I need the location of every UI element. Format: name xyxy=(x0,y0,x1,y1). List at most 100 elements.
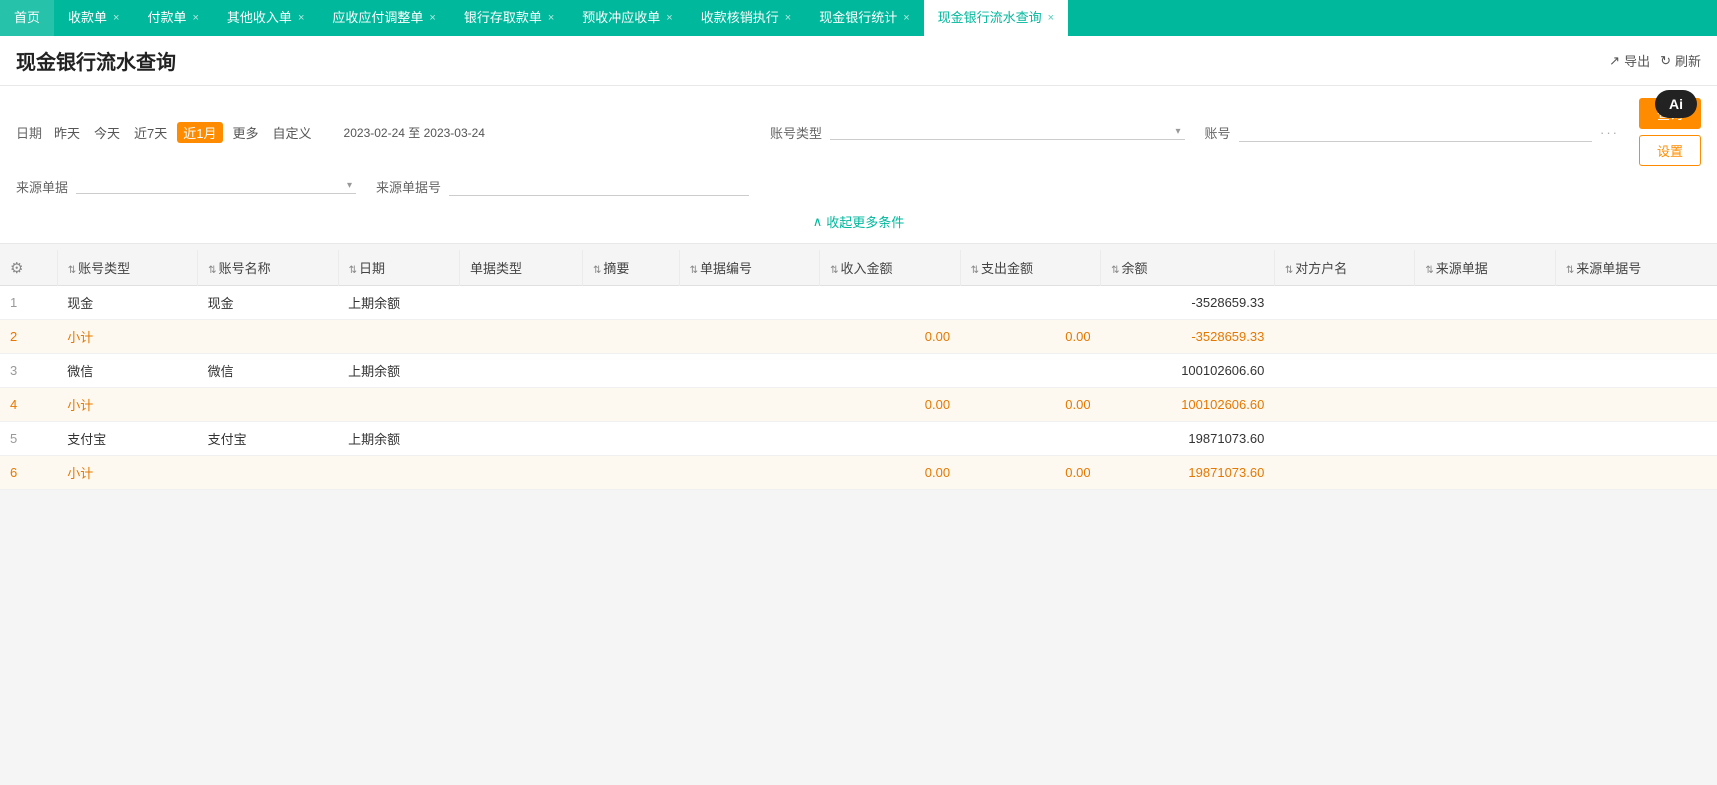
date-option-today[interactable]: 今天 xyxy=(90,122,124,143)
close-icon[interactable]: × xyxy=(1048,0,1054,36)
col-account-type[interactable]: ⇅账号类型 xyxy=(57,250,197,286)
cell-bill_type xyxy=(459,422,582,456)
col-summary[interactable]: ⇅摘要 xyxy=(582,250,679,286)
nav-receipts[interactable]: 收款单 × xyxy=(54,0,133,36)
collapse-icon: ∧ xyxy=(813,214,823,230)
date-option-yesterday[interactable]: 昨天 xyxy=(50,122,84,143)
settings-icon[interactable]: ⚙ xyxy=(10,260,23,277)
cell-source_bill_no xyxy=(1555,320,1717,354)
cell-source_bill_no xyxy=(1555,354,1717,388)
source-bill-no-filter: 来源单据号 xyxy=(376,176,1701,196)
cell-bill_type xyxy=(459,286,582,320)
cell-account_type: 小计 xyxy=(57,456,197,490)
nav-payments[interactable]: 付款单 × xyxy=(133,0,212,36)
col-counterpart[interactable]: ⇅对方户名 xyxy=(1274,250,1414,286)
date-option-more[interactable]: 更多 xyxy=(229,122,263,143)
cell-counterpart xyxy=(1274,320,1414,354)
cell-bill_type xyxy=(459,456,582,490)
date-option-custom[interactable]: 自定义 xyxy=(269,122,316,143)
cell-source_bill_no xyxy=(1555,456,1717,490)
cell-expense xyxy=(960,354,1100,388)
source-bill-no-input-wrap xyxy=(449,176,749,196)
nav-collection-exec[interactable]: 收款核销执行 × xyxy=(687,0,805,36)
cell-date xyxy=(338,388,459,422)
cell-counterpart xyxy=(1274,456,1414,490)
cell-date: 上期余额 xyxy=(338,354,459,388)
cell-balance: 19871073.60 xyxy=(1101,422,1275,456)
col-income[interactable]: ⇅收入金额 xyxy=(820,250,960,286)
cell-source_bill xyxy=(1415,286,1555,320)
account-type-select[interactable]: ▾ xyxy=(830,124,1184,140)
col-source-bill-no[interactable]: ⇅来源单据号 xyxy=(1555,250,1717,286)
nav-cash-bank-flow[interactable]: 现金银行流水查询 × xyxy=(924,0,1068,36)
close-icon[interactable]: × xyxy=(903,0,909,36)
col-date[interactable]: ⇅日期 xyxy=(338,250,459,286)
cell-num: 2 xyxy=(0,320,57,354)
cell-source_bill_no xyxy=(1555,422,1717,456)
nav-advance-offset[interactable]: 预收冲应收单 × xyxy=(568,0,686,36)
chevron-down-icon: ▾ xyxy=(1175,126,1180,137)
cell-balance: 100102606.60 xyxy=(1101,354,1275,388)
refresh-button[interactable]: ↻ 刷新 xyxy=(1660,51,1701,70)
cell-account_name xyxy=(198,388,338,422)
cell-account_type: 微信 xyxy=(57,354,197,388)
cell-bill_no xyxy=(679,320,819,354)
cell-summary xyxy=(582,286,679,320)
cell-expense: 0.00 xyxy=(960,456,1100,490)
col-expense[interactable]: ⇅支出金额 xyxy=(960,250,1100,286)
close-icon[interactable]: × xyxy=(298,0,304,36)
account-type-label: 账号类型 xyxy=(770,123,822,142)
account-input[interactable] xyxy=(1243,124,1588,139)
cell-income: 0.00 xyxy=(820,388,960,422)
cell-income: 0.00 xyxy=(820,456,960,490)
setting-button[interactable]: 设置 xyxy=(1639,135,1701,166)
source-bill-select[interactable]: ▾ xyxy=(76,178,356,194)
export-button[interactable]: ↗ 导出 xyxy=(1609,51,1650,70)
cell-source_bill xyxy=(1415,456,1555,490)
data-table-wrap: ⚙ ⇅账号类型 ⇅账号名称 ⇅日期 单据类型 ⇅摘要 ⇅单据编号 ⇅收入金额 ⇅… xyxy=(0,250,1717,490)
close-icon[interactable]: × xyxy=(785,0,791,36)
col-balance[interactable]: ⇅余额 xyxy=(1101,250,1275,286)
account-filter: 账号 ··· xyxy=(1205,122,1619,142)
close-icon[interactable]: × xyxy=(192,0,198,36)
account-type-filter: 账号类型 ▾ xyxy=(770,123,1184,142)
close-icon[interactable]: × xyxy=(113,0,119,36)
cell-num: 1 xyxy=(0,286,57,320)
close-icon[interactable]: × xyxy=(666,0,672,36)
filter-row-1: 日期 昨天 今天 近7天 近1月 更多 自定义 2023-02-24 至 202… xyxy=(16,98,1701,166)
cell-income xyxy=(820,422,960,456)
collapse-label: 收起更多条件 xyxy=(826,212,904,231)
nav-ar-ap-adjust[interactable]: 应收应付调整单 × xyxy=(318,0,449,36)
cell-source_bill xyxy=(1415,354,1555,388)
cell-account_name: 现金 xyxy=(198,286,338,320)
cell-summary xyxy=(582,320,679,354)
col-bill-no[interactable]: ⇅单据编号 xyxy=(679,250,819,286)
source-bill-no-input[interactable] xyxy=(453,178,745,193)
collapse-bar[interactable]: ∧ 收起更多条件 xyxy=(16,206,1701,233)
cell-summary xyxy=(582,388,679,422)
ai-badge[interactable]: Ai xyxy=(1655,90,1697,118)
close-icon[interactable]: × xyxy=(429,0,435,36)
source-bill-no-label: 来源单据号 xyxy=(376,177,441,196)
col-gear[interactable]: ⚙ xyxy=(0,250,57,286)
col-account-name[interactable]: ⇅账号名称 xyxy=(198,250,338,286)
cell-account_name xyxy=(198,456,338,490)
more-options-icon[interactable]: ··· xyxy=(1600,125,1619,140)
date-option-1month[interactable]: 近1月 xyxy=(177,122,222,143)
cell-balance: 100102606.60 xyxy=(1101,388,1275,422)
col-bill-type[interactable]: 单据类型 xyxy=(459,250,582,286)
date-option-7days[interactable]: 近7天 xyxy=(130,122,171,143)
cell-bill_type xyxy=(459,320,582,354)
cell-num: 5 xyxy=(0,422,57,456)
cell-date: 上期余额 xyxy=(338,286,459,320)
header-actions: ↗ 导出 ↻ 刷新 xyxy=(1609,51,1701,70)
cell-expense xyxy=(960,422,1100,456)
close-icon[interactable]: × xyxy=(548,0,554,36)
col-source-bill[interactable]: ⇅来源单据 xyxy=(1415,250,1555,286)
nav-cash-bank-stats[interactable]: 现金银行统计 × xyxy=(805,0,923,36)
nav-bank-deposit[interactable]: 银行存取款单 × xyxy=(450,0,568,36)
table-row: 6小计0.000.0019871073.60 xyxy=(0,456,1717,490)
source-bill-filter: 来源单据 ▾ xyxy=(16,177,356,196)
nav-home[interactable]: 首页 xyxy=(0,0,54,36)
nav-other-income[interactable]: 其他收入单 × xyxy=(213,0,318,36)
